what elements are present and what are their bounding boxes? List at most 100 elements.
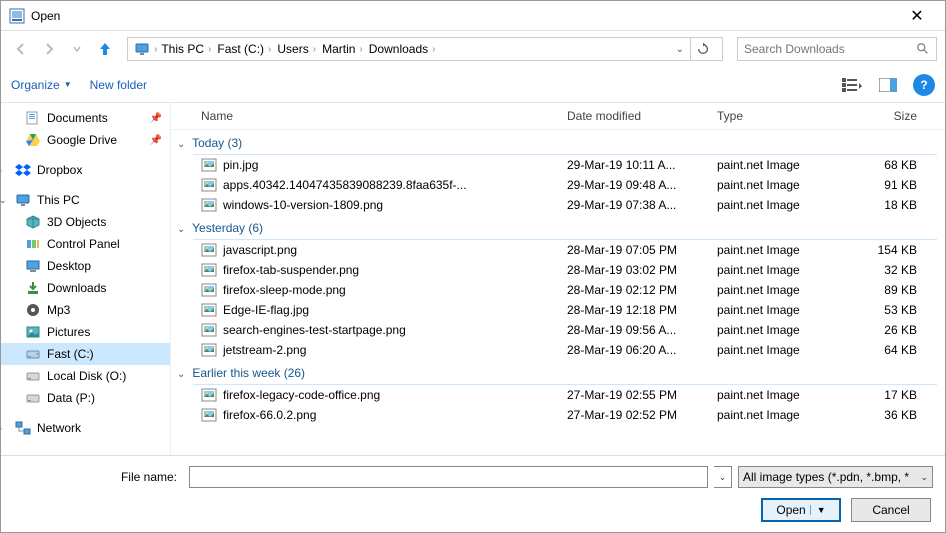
image-file-icon: [201, 157, 217, 173]
sidebar-item[interactable]: Desktop: [1, 255, 170, 277]
back-button[interactable]: [9, 37, 33, 61]
crumb-1[interactable]: Fast (C:)›: [215, 42, 273, 56]
organize-button[interactable]: Organize▼: [11, 78, 72, 92]
file-size: 17 KB: [837, 388, 937, 402]
file-date: 29-Mar-19 09:48 A...: [567, 178, 717, 192]
close-button[interactable]: ✕: [897, 6, 937, 26]
breadcrumb[interactable]: › This PC › Fast (C:)› Users› Martin› Do…: [127, 37, 723, 61]
filename-dropdown[interactable]: ⌄: [714, 466, 732, 488]
image-file-icon: [201, 407, 217, 423]
chevron-right-icon: ›: [208, 44, 211, 55]
sidebar-item[interactable]: Google Drive📌: [1, 129, 170, 151]
file-row[interactable]: windows-10-version-1809.png29-Mar-19 07:…: [171, 195, 945, 215]
sidebar-item[interactable]: Data (P:): [1, 387, 170, 409]
navbar: › This PC › Fast (C:)› Users› Martin› Do…: [1, 31, 945, 67]
open-button[interactable]: Open ▼: [761, 498, 841, 522]
col-size[interactable]: Size: [837, 109, 937, 123]
group-header[interactable]: ⌄ Earlier this week (26): [171, 360, 945, 384]
col-type[interactable]: Type: [717, 109, 837, 123]
forward-button[interactable]: [37, 37, 61, 61]
search-box[interactable]: [737, 37, 937, 61]
file-type: paint.net Image: [717, 408, 837, 422]
sidebar-item[interactable]: 3D Objects: [1, 211, 170, 233]
chevron-right-icon: ›: [268, 44, 271, 55]
file-size: 68 KB: [837, 158, 937, 172]
breadcrumb-dropdown[interactable]: ⌄: [676, 44, 684, 55]
file-date: 27-Mar-19 02:52 PM: [567, 408, 717, 422]
up-button[interactable]: [93, 37, 117, 61]
crumb-3[interactable]: Martin›: [320, 42, 365, 56]
sidebar-item[interactable]: Control Panel: [1, 233, 170, 255]
file-type: paint.net Image: [717, 303, 837, 317]
file-size: 36 KB: [837, 408, 937, 422]
cancel-button[interactable]: Cancel: [851, 498, 931, 522]
refresh-button[interactable]: [690, 37, 714, 61]
search-input[interactable]: [744, 42, 916, 56]
file-date: 29-Mar-19 10:11 A...: [567, 158, 717, 172]
file-row[interactable]: jetstream-2.png28-Mar-19 06:20 A...paint…: [171, 340, 945, 360]
pin-icon: 📌: [150, 113, 162, 124]
file-size: 64 KB: [837, 343, 937, 357]
sidebar-thispc[interactable]: ⌄ This PC: [1, 189, 170, 211]
view-button[interactable]: [841, 74, 863, 96]
sidebar-item[interactable]: Fast (C:): [1, 343, 170, 365]
chevron-right-icon: ›: [313, 44, 316, 55]
filename-input[interactable]: [189, 466, 708, 488]
file-name: search-engines-test-startpage.png: [223, 323, 567, 337]
file-name: Edge-IE-flag.jpg: [223, 303, 567, 317]
file-size: 89 KB: [837, 283, 937, 297]
titlebar: Open ✕: [1, 1, 945, 31]
sidebar-item[interactable]: Pictures: [1, 321, 170, 343]
sidebar[interactable]: Documents📌Google Drive📌 › Dropbox ⌄ This…: [1, 103, 171, 455]
sidebar-item[interactable]: Downloads: [1, 277, 170, 299]
file-row[interactable]: Edge-IE-flag.jpg28-Mar-19 12:18 PMpaint.…: [171, 300, 945, 320]
filetype-filter[interactable]: All image types (*.pdn, *.bmp, * ⌄: [738, 466, 933, 488]
group-header[interactable]: ⌄ Today (3): [171, 130, 945, 154]
sidebar-dropbox[interactable]: › Dropbox: [1, 159, 170, 181]
crumb-thispc[interactable]: › This PC ›: [132, 41, 213, 57]
image-file-icon: [201, 387, 217, 403]
file-row[interactable]: javascript.png28-Mar-19 07:05 PMpaint.ne…: [171, 240, 945, 260]
file-size: 154 KB: [837, 243, 937, 257]
file-name: javascript.png: [223, 243, 567, 257]
file-type: paint.net Image: [717, 323, 837, 337]
help-button[interactable]: ?: [913, 74, 935, 96]
file-name: windows-10-version-1809.png: [223, 198, 567, 212]
file-row[interactable]: firefox-tab-suspender.png28-Mar-19 03:02…: [171, 260, 945, 280]
monitor-icon: [15, 192, 31, 208]
image-file-icon: [201, 197, 217, 213]
image-file-icon: [201, 322, 217, 338]
sidebar-item[interactable]: Local Disk (O:): [1, 365, 170, 387]
col-name[interactable]: Name: [201, 109, 567, 123]
file-row[interactable]: firefox-66.0.2.png27-Mar-19 02:52 PMpain…: [171, 405, 945, 425]
chevron-down-icon: ⌄: [920, 472, 928, 483]
sidebar-network[interactable]: › Network: [1, 417, 170, 439]
file-row[interactable]: pin.jpg29-Mar-19 10:11 A...paint.net Ima…: [171, 155, 945, 175]
sidebar-item[interactable]: Documents📌: [1, 107, 170, 129]
column-headers[interactable]: Name Date modified Type Size: [171, 103, 945, 130]
file-row[interactable]: firefox-legacy-code-office.png27-Mar-19 …: [171, 385, 945, 405]
network-icon: [15, 420, 31, 436]
file-row[interactable]: search-engines-test-startpage.png28-Mar-…: [171, 320, 945, 340]
crumb-4[interactable]: Downloads›: [367, 42, 438, 56]
disk2-icon: [25, 390, 41, 406]
file-size: 32 KB: [837, 263, 937, 277]
file-date: 28-Mar-19 03:02 PM: [567, 263, 717, 277]
file-type: paint.net Image: [717, 243, 837, 257]
file-row[interactable]: firefox-sleep-mode.png28-Mar-19 02:12 PM…: [171, 280, 945, 300]
monitor-icon: [134, 41, 150, 57]
desktop-icon: [25, 258, 41, 274]
file-name: jetstream-2.png: [223, 343, 567, 357]
preview-pane-button[interactable]: [877, 74, 899, 96]
group-header[interactable]: ⌄ Yesterday (6): [171, 215, 945, 239]
file-size: 18 KB: [837, 198, 937, 212]
recent-dropdown[interactable]: [65, 37, 89, 61]
col-date[interactable]: Date modified: [567, 109, 717, 123]
new-folder-button[interactable]: New folder: [90, 78, 147, 92]
image-file-icon: [201, 302, 217, 318]
file-list[interactable]: Name Date modified Type Size ⌄ Today (3)…: [171, 103, 945, 455]
crumb-2[interactable]: Users›: [275, 42, 318, 56]
disk2-icon: [25, 368, 41, 384]
file-row[interactable]: apps.40342.14047435839088239.8faa635f-..…: [171, 175, 945, 195]
sidebar-item[interactable]: Mp3: [1, 299, 170, 321]
